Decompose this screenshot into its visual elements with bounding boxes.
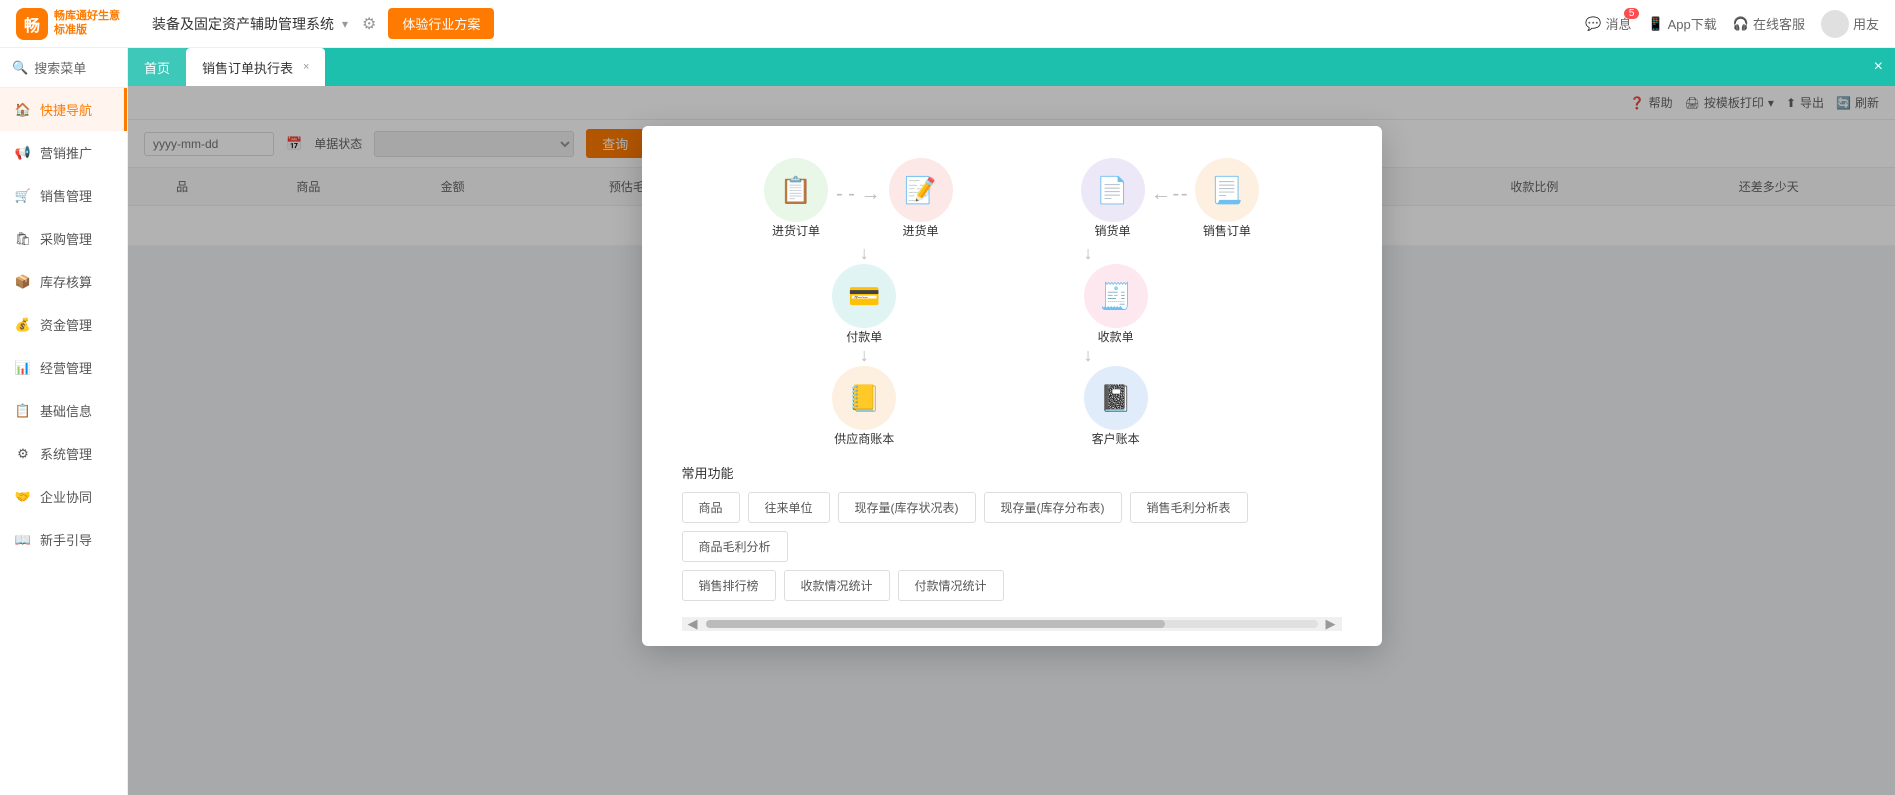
func-btn-sales-ranking[interactable]: 销售排行榜 [682, 570, 776, 601]
system-icon: ⚙ [14, 446, 32, 462]
func-btn-receipt-stats[interactable]: 收款情况统计 [784, 570, 890, 601]
finance-icon: 💰 [14, 317, 32, 333]
func-btn-goods[interactable]: 商品 [682, 492, 740, 523]
receipt-icon: 🧾 [1099, 281, 1131, 312]
system-title: 装备及固定资产辅助管理系统 ▾ ⚙ [152, 14, 376, 34]
logo-text: 畅库通好生意 标准版 [54, 10, 120, 36]
down-arrow-payment: ↓ [860, 345, 869, 366]
headset-icon: 🎧 [1733, 16, 1749, 32]
inventory-icon: 📦 [14, 274, 32, 290]
sidebar-item-sales[interactable]: 🛒 销售管理 [0, 174, 127, 217]
down-arrow-sales: ↓ [1084, 243, 1093, 264]
flow-item-sales-bill[interactable]: 📄 销货单 [1081, 158, 1145, 239]
flow-item-receipt[interactable]: 🧾 收款单 [1084, 264, 1148, 345]
sidebar-item-quick-nav[interactable]: 🏠 快捷导航 [0, 88, 127, 131]
message-badge: 5 [1624, 8, 1640, 19]
payment-icon: 💳 [848, 281, 880, 312]
purchase-order-icon: 📋 [780, 175, 812, 206]
top-right: 💬 消息 5 📱 App下载 🎧 在线客服 用友 [1585, 10, 1879, 38]
page-content: ❓ 帮助 🖨 按模板打印 ▾ ⬆ 导出 🔄 [128, 86, 1895, 795]
sidebar-item-basic-info[interactable]: 📋 基础信息 [0, 389, 127, 432]
trial-button[interactable]: 体验行业方案 [388, 8, 494, 39]
system-title-text: 装备及固定资产辅助管理系统 [152, 14, 334, 34]
tab-sales-order[interactable]: 销售订单执行表 × [186, 48, 325, 86]
logo-letter: 畅 [24, 12, 40, 36]
func-btn-payment-stats[interactable]: 付款情况统计 [898, 570, 1004, 601]
scroll-track[interactable] [706, 620, 1318, 628]
enterprise-icon: 🤝 [14, 489, 32, 505]
scroll-thumb [706, 620, 1165, 628]
message-icon: 💬 [1585, 16, 1601, 32]
purchase-bill-icon: 📝 [904, 175, 936, 206]
scroll-bar: ◀ ▶ [682, 617, 1342, 631]
flow-item-supplier-ledger[interactable]: 📒 供应商账本 [832, 366, 896, 447]
search-icon: 🔍 [12, 60, 28, 76]
func-btn-sales-profit[interactable]: 销售毛利分析表 [1130, 492, 1248, 523]
func-btn-stock-status[interactable]: 现存量(库存状况表) [838, 492, 976, 523]
sidebar-item-system[interactable]: ⚙ 系统管理 [0, 432, 127, 475]
logo-area: 畅 畅库通好生意 标准版 [16, 8, 144, 40]
down-arrow-purchase: ↓ [860, 243, 869, 264]
marketing-icon: 📢 [14, 145, 32, 161]
sidebar-item-purchase[interactable]: 🛍 采购管理 [0, 217, 127, 260]
avatar [1821, 10, 1849, 38]
message-button[interactable]: 💬 消息 5 [1585, 14, 1631, 33]
user-profile[interactable]: 用友 [1821, 10, 1879, 38]
main-area: 🔍 搜索菜单 🏠 快捷导航 📢 营销推广 🛒 销售管理 🛍 采购管理 📦 [0, 48, 1895, 795]
top-bar: 畅 畅库通好生意 标准版 装备及固定资产辅助管理系统 ▾ ⚙ 体验行业方案 💬 … [0, 0, 1895, 48]
arrow-purchase: - - → [836, 183, 880, 206]
flow-item-purchase-bill[interactable]: 📝 进货单 [889, 158, 953, 239]
operation-icon: 📊 [14, 360, 32, 376]
settings-icon[interactable]: ⚙ [362, 14, 376, 34]
common-functions: 常用功能 商品 往来单位 现存量(库存状况表) 现存量(库存分布表) 销售毛利分… [682, 463, 1342, 601]
sidebar-item-newbie[interactable]: 📖 新手引导 [0, 518, 127, 561]
app-icon: 📱 [1647, 16, 1663, 32]
tab-home[interactable]: 首页 [128, 48, 186, 86]
flow-item-payment[interactable]: 💳 付款单 [832, 264, 896, 345]
func-buttons-row2: 销售排行榜 收款情况统计 付款情况统计 [682, 570, 1342, 601]
arrow-sales: - - → [1153, 183, 1187, 206]
dropdown-arrow-icon[interactable]: ▾ [342, 17, 348, 31]
common-func-title: 常用功能 [682, 463, 1342, 482]
sidebar-item-inventory[interactable]: 📦 库存核算 [0, 260, 127, 303]
purchase-icon: 🛍 [14, 231, 32, 247]
quick-nav-modal: 📋 进货订单 - - → 📝 进货 [642, 126, 1382, 646]
online-service-button[interactable]: 🎧 在线客服 [1733, 14, 1805, 33]
sidebar-item-enterprise[interactable]: 🤝 企业协同 [0, 475, 127, 518]
modal-overlay: 📋 进货订单 - - → 📝 进货 [128, 86, 1895, 795]
down-arrow-receipt: ↓ [1084, 345, 1093, 366]
newbie-icon: 📖 [14, 532, 32, 548]
flow-item-purchase-order[interactable]: 📋 进货订单 [764, 158, 828, 239]
sidebar: 🔍 搜索菜单 🏠 快捷导航 📢 营销推广 🛒 销售管理 🛍 采购管理 📦 [0, 48, 128, 795]
sidebar-item-marketing[interactable]: 📢 营销推广 [0, 131, 127, 174]
supplier-ledger-icon: 📒 [848, 383, 880, 414]
func-buttons-row1: 商品 往来单位 现存量(库存状况表) 现存量(库存分布表) 销售毛利分析表 商品… [682, 492, 1342, 562]
basic-info-icon: 📋 [14, 403, 32, 419]
tab-close-icon[interactable]: × [303, 61, 309, 73]
customer-ledger-icon: 📓 [1099, 383, 1131, 414]
sidebar-item-operation[interactable]: 📊 经营管理 [0, 346, 127, 389]
func-btn-goods-profit[interactable]: 商品毛利分析 [682, 531, 788, 562]
sales-order-icon: 📃 [1211, 175, 1243, 206]
scroll-right-arrow[interactable]: ▶ [1322, 616, 1340, 632]
func-btn-stock-dist[interactable]: 现存量(库存分布表) [984, 492, 1122, 523]
app-download-button[interactable]: 📱 App下载 [1647, 14, 1716, 33]
func-btn-counterpart[interactable]: 往来单位 [748, 492, 830, 523]
home-icon: 🏠 [14, 102, 32, 118]
flow-item-customer-ledger[interactable]: 📓 客户账本 [1084, 366, 1148, 447]
scroll-left-arrow[interactable]: ◀ [684, 616, 702, 632]
flow-item-sales-order[interactable]: 📃 销售订单 [1195, 158, 1259, 239]
tab-bar: 首页 销售订单执行表 × × [128, 48, 1895, 86]
logo-icon: 畅 [16, 8, 48, 40]
sidebar-item-finance[interactable]: 💰 资金管理 [0, 303, 127, 346]
content-area: 首页 销售订单执行表 × × ❓ 帮助 [128, 48, 1895, 795]
sales-bill-icon: 📄 [1096, 175, 1128, 206]
tab-bar-close-icon[interactable]: × [1874, 58, 1883, 76]
sidebar-search[interactable]: 🔍 搜索菜单 [0, 48, 127, 88]
sales-icon: 🛒 [14, 188, 32, 204]
